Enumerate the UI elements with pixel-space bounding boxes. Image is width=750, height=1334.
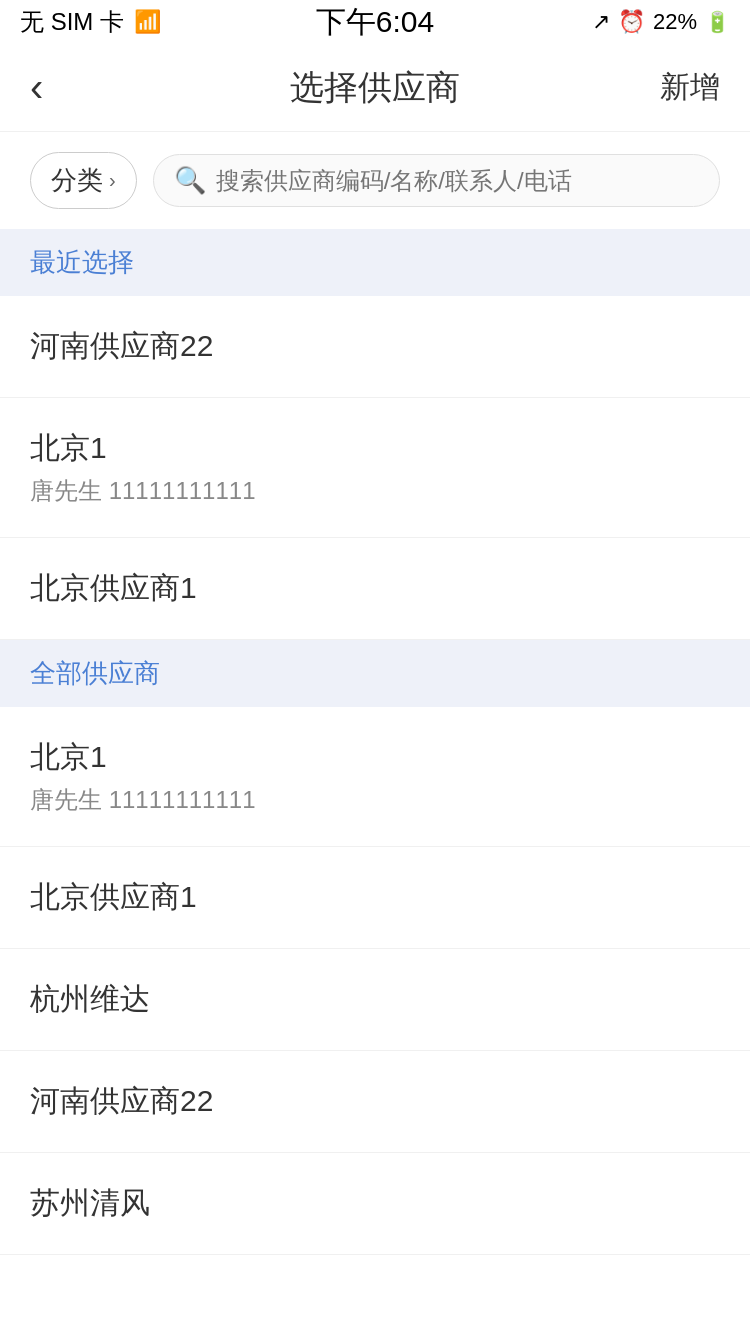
all-section-header: 全部供应商 <box>0 640 750 707</box>
category-label: 分类 <box>51 163 103 198</box>
item-name: 杭州维达 <box>30 979 720 1020</box>
item-sub: 唐先生 11111111111 <box>30 475 720 507</box>
list-item[interactable]: 北京供应商1 <box>0 538 750 640</box>
back-button[interactable]: ‹ <box>30 65 90 110</box>
list-item[interactable]: 河南供应商22 <box>0 296 750 398</box>
item-name: 河南供应商22 <box>30 1081 720 1122</box>
list-item[interactable]: 北京供应商1 <box>0 847 750 949</box>
page-title: 选择供应商 <box>290 65 460 111</box>
list-item[interactable]: 杭州维达 <box>0 949 750 1051</box>
item-name: 北京供应商1 <box>30 877 720 918</box>
all-list: 北京1 唐先生 11111111111 北京供应商1 杭州维达河南供应商22 苏州清风 <box>0 707 750 1255</box>
recent-section-header: 最近选择 <box>0 229 750 296</box>
item-name: 北京供应商1 <box>30 568 720 609</box>
all-section-label: 全部供应商 <box>30 658 160 688</box>
status-bar-left: 无 SIM 卡 📶 <box>20 6 161 38</box>
wifi-icon: 📶 <box>134 9 161 35</box>
search-box: 🔍 <box>153 154 720 207</box>
filter-bar: 分类 › 🔍 <box>0 132 750 229</box>
item-name: 河南供应商22 <box>30 326 720 367</box>
nav-bar: ‹ 选择供应商 新增 <box>0 44 750 132</box>
status-bar: 无 SIM 卡 📶 下午6:04 ↗ ⏰ 22% 🔋 <box>0 0 750 44</box>
chevron-right-icon: › <box>109 169 116 192</box>
location-icon: ↗ <box>592 9 610 35</box>
list-item[interactable]: 苏州清风 <box>0 1153 750 1255</box>
battery-label: 22% <box>653 9 697 35</box>
item-sub: 唐先生 11111111111 <box>30 784 720 816</box>
item-name: 苏州清风 <box>30 1183 720 1224</box>
recent-list: 河南供应商22 北京1 唐先生 11111111111 北京供应商1 <box>0 296 750 640</box>
add-button[interactable]: 新增 <box>660 67 720 108</box>
alarm-icon: ⏰ <box>618 9 645 35</box>
search-input[interactable] <box>216 167 699 195</box>
search-icon: 🔍 <box>174 165 206 196</box>
list-item[interactable]: 河南供应商22 <box>0 1051 750 1153</box>
item-name: 北京1 <box>30 737 720 778</box>
category-button[interactable]: 分类 › <box>30 152 137 209</box>
status-bar-time: 下午6:04 <box>316 2 434 43</box>
item-name: 北京1 <box>30 428 720 469</box>
list-item[interactable]: 北京1 唐先生 11111111111 <box>0 707 750 847</box>
recent-section-label: 最近选择 <box>30 247 134 277</box>
list-item[interactable]: 北京1 唐先生 11111111111 <box>0 398 750 538</box>
status-bar-right: ↗ ⏰ 22% 🔋 <box>592 9 730 35</box>
battery-icon: 🔋 <box>705 10 730 34</box>
carrier-label: 无 SIM 卡 <box>20 6 124 38</box>
